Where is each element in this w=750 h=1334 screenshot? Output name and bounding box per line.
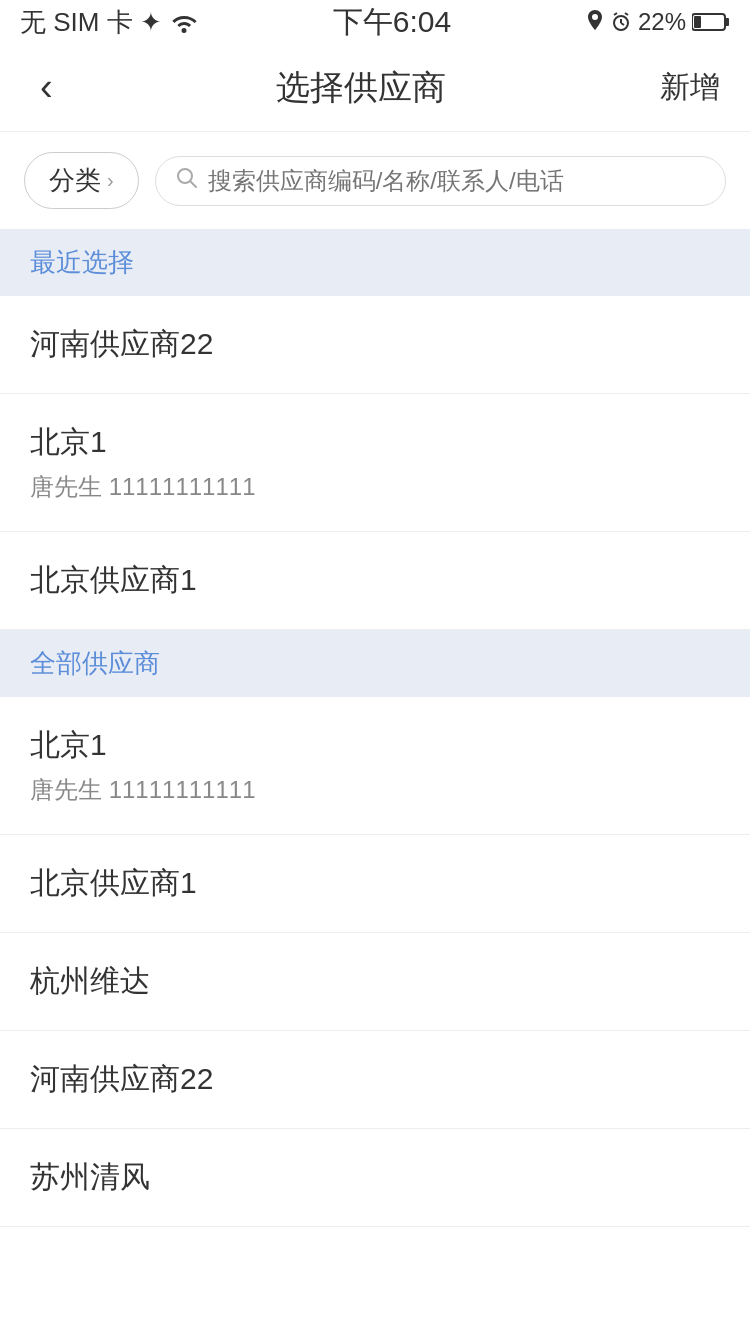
list-item[interactable]: 北京供应商1 xyxy=(0,532,750,630)
item-name: 河南供应商22 xyxy=(30,324,720,365)
status-time: 下午6:04 xyxy=(333,2,451,43)
category-label: 分类 xyxy=(49,163,101,198)
list-item[interactable]: 河南供应商22 xyxy=(0,1031,750,1129)
battery-icon xyxy=(692,12,730,32)
item-name: 北京1 xyxy=(30,422,720,463)
add-button[interactable]: 新增 xyxy=(660,67,720,108)
section-header-recent: 最近选择 xyxy=(0,229,750,296)
status-bar: 无 SIM 卡 ✦ 下午6:04 22% xyxy=(0,0,750,44)
page-title: 选择供应商 xyxy=(276,65,446,111)
svg-line-4 xyxy=(625,13,628,15)
battery-label: 22% xyxy=(638,8,686,36)
item-name: 北京1 xyxy=(30,725,720,766)
item-name: 苏州清风 xyxy=(30,1157,720,1198)
search-icon xyxy=(176,167,198,195)
filter-bar: 分类 › xyxy=(0,132,750,229)
wifi-icon xyxy=(170,11,198,33)
svg-line-9 xyxy=(190,181,196,187)
item-sub: 唐先生 11111111111 xyxy=(30,471,720,503)
svg-rect-6 xyxy=(725,18,729,26)
item-name: 北京供应商1 xyxy=(30,863,720,904)
alarm-icon xyxy=(610,11,632,33)
list-item[interactable]: 北京1 唐先生 11111111111 xyxy=(0,394,750,532)
status-left: 无 SIM 卡 ✦ xyxy=(20,5,198,40)
nav-bar: ‹ 选择供应商 新增 xyxy=(0,44,750,132)
category-button[interactable]: 分类 › xyxy=(24,152,139,209)
suppliers-list: 最近选择河南供应商22 北京1 唐先生 11111111111 北京供应商1 全部供应商… xyxy=(0,229,750,1227)
no-sim-label: 无 SIM 卡 ✦ xyxy=(20,5,162,40)
chevron-right-icon: › xyxy=(107,169,114,192)
list-item[interactable]: 河南供应商22 xyxy=(0,296,750,394)
location-icon xyxy=(586,10,604,34)
svg-rect-7 xyxy=(694,16,701,28)
search-input[interactable] xyxy=(208,167,705,195)
back-button[interactable]: ‹ xyxy=(30,56,63,119)
list-item[interactable]: 北京1 唐先生 11111111111 xyxy=(0,697,750,835)
item-name: 杭州维达 xyxy=(30,961,720,1002)
svg-line-2 xyxy=(621,23,624,25)
svg-line-3 xyxy=(614,13,617,15)
search-box[interactable] xyxy=(155,156,726,206)
list-item[interactable]: 苏州清风 xyxy=(0,1129,750,1227)
list-item[interactable]: 北京供应商1 xyxy=(0,835,750,933)
status-right: 22% xyxy=(586,8,730,36)
item-name: 河南供应商22 xyxy=(30,1059,720,1100)
section-header-all: 全部供应商 xyxy=(0,630,750,697)
item-name: 北京供应商1 xyxy=(30,560,720,601)
list-item[interactable]: 杭州维达 xyxy=(0,933,750,1031)
item-sub: 唐先生 11111111111 xyxy=(30,774,720,806)
